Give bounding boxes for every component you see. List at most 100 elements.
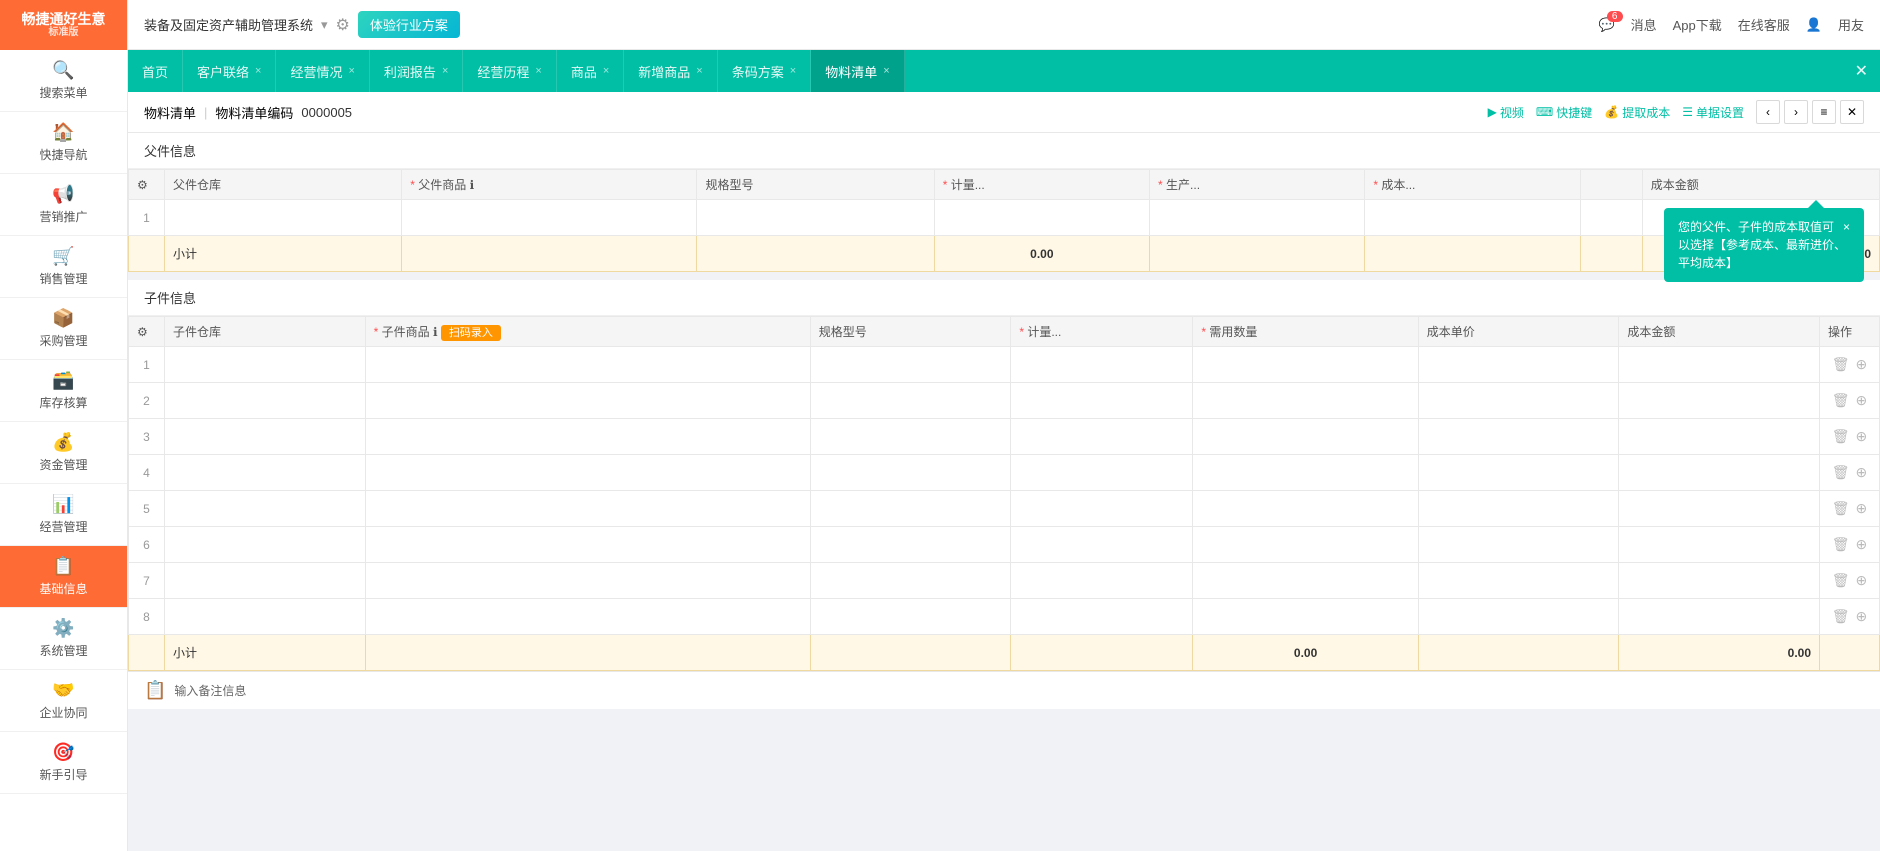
child-qty-cell-8[interactable]	[1193, 599, 1418, 635]
tab-close-operations[interactable]: ×	[348, 65, 354, 77]
child-qty-cell-3[interactable]	[1193, 419, 1418, 455]
child-unit-cell-2[interactable]	[1011, 383, 1193, 419]
delete-row-icon-5[interactable]: 🗑	[1832, 500, 1850, 517]
delete-row-icon-3[interactable]: 🗑	[1832, 428, 1850, 445]
sidebar-item-system[interactable]: ⚙️系统管理	[0, 608, 127, 670]
video-action[interactable]: ▶ 视频	[1488, 104, 1524, 121]
note-icon[interactable]: 📋	[144, 680, 166, 701]
sidebar-item-search[interactable]: 🔍搜索菜单	[0, 50, 127, 112]
parent-production-cell[interactable]	[1150, 200, 1365, 236]
child-spec-cell-8[interactable]	[810, 599, 1011, 635]
parent-warehouse-cell[interactable]	[165, 200, 402, 236]
single-setting-action[interactable]: ☰ 单据设置	[1682, 104, 1744, 121]
nav-close-all-button[interactable]: ✕	[1843, 61, 1880, 81]
sidebar-item-enterprise[interactable]: 🤝企业协同	[0, 670, 127, 732]
child-warehouse-cell-4[interactable]	[165, 455, 366, 491]
child-spec-cell-6[interactable]	[810, 527, 1011, 563]
child-unit-cell-7[interactable]	[1011, 563, 1193, 599]
nav-tab-bom[interactable]: 物料清单×	[811, 50, 904, 92]
delete-row-icon-6[interactable]: 🗑	[1832, 536, 1850, 553]
child-unit-cost-cell-7[interactable]	[1418, 563, 1619, 599]
parent-col-settings[interactable]: ⚙	[129, 170, 165, 200]
tab-close-barcode[interactable]: ×	[790, 65, 796, 77]
sidebar-item-guide[interactable]: 🎯新手引导	[0, 732, 127, 794]
child-goods-cell-4[interactable]	[365, 455, 810, 491]
child-unit-cost-cell-6[interactable]	[1418, 527, 1619, 563]
trial-button[interactable]: 体验行业方案	[358, 11, 460, 38]
note-placeholder[interactable]: 输入备注信息	[174, 682, 246, 699]
copy-row-icon-7[interactable]: ⊕	[1856, 572, 1868, 589]
child-spec-cell-7[interactable]	[810, 563, 1011, 599]
message-icon[interactable]: 💬 6	[1598, 17, 1614, 33]
nav-prev-button[interactable]: ‹	[1756, 100, 1780, 124]
copy-row-icon-5[interactable]: ⊕	[1856, 500, 1868, 517]
child-unit-cell-5[interactable]	[1011, 491, 1193, 527]
nav-menu-button[interactable]: ≡	[1812, 100, 1836, 124]
child-goods-cell-1[interactable]	[365, 347, 810, 383]
child-goods-cell-2[interactable]	[365, 383, 810, 419]
child-unit-cell-1[interactable]	[1011, 347, 1193, 383]
scan-button[interactable]: 扫码录入	[441, 325, 501, 341]
tab-close-goods[interactable]: ×	[603, 65, 609, 77]
child-warehouse-cell-8[interactable]	[165, 599, 366, 635]
child-warehouse-cell-2[interactable]	[165, 383, 366, 419]
breadcrumb-item1[interactable]: 物料清单	[144, 103, 196, 122]
tab-close-new_goods[interactable]: ×	[696, 65, 702, 77]
child-warehouse-cell-1[interactable]	[165, 347, 366, 383]
nav-tab-new_goods[interactable]: 新增商品×	[624, 50, 717, 92]
header-gear-icon[interactable]: ⚙	[336, 15, 350, 35]
tooltip-close-icon[interactable]: ×	[1843, 218, 1850, 236]
copy-row-icon-8[interactable]: ⊕	[1856, 608, 1868, 625]
child-warehouse-cell-6[interactable]	[165, 527, 366, 563]
child-unit-cell-6[interactable]	[1011, 527, 1193, 563]
tab-close-bom[interactable]: ×	[883, 65, 889, 77]
child-qty-cell-1[interactable]	[1193, 347, 1418, 383]
nav-close-button[interactable]: ✕	[1840, 100, 1864, 124]
nav-tab-history[interactable]: 经营历程×	[463, 50, 556, 92]
nav-tab-goods[interactable]: 商品×	[557, 50, 624, 92]
copy-row-icon-4[interactable]: ⊕	[1856, 464, 1868, 481]
child-qty-cell-6[interactable]	[1193, 527, 1418, 563]
child-unit-cost-cell-2[interactable]	[1418, 383, 1619, 419]
sidebar-item-inventory[interactable]: 🗃️库存核算	[0, 360, 127, 422]
tab-close-customers[interactable]: ×	[255, 65, 261, 77]
child-goods-cell-3[interactable]	[365, 419, 810, 455]
tab-close-history[interactable]: ×	[535, 65, 541, 77]
cost-action[interactable]: 💰 提取成本	[1604, 104, 1670, 121]
child-spec-cell-4[interactable]	[810, 455, 1011, 491]
child-unit-cost-cell-8[interactable]	[1418, 599, 1619, 635]
parent-goods-cell[interactable]	[402, 200, 697, 236]
child-unit-cost-cell-4[interactable]	[1418, 455, 1619, 491]
nav-tab-customers[interactable]: 客户联络×	[183, 50, 276, 92]
user-label[interactable]: 用友	[1838, 15, 1864, 34]
child-unit-cell-8[interactable]	[1011, 599, 1193, 635]
sidebar-item-sales[interactable]: 🛒销售管理	[0, 236, 127, 298]
parent-unit-cell[interactable]	[934, 200, 1149, 236]
copy-row-icon-6[interactable]: ⊕	[1856, 536, 1868, 553]
sidebar-item-finance[interactable]: 💰资金管理	[0, 422, 127, 484]
nav-tab-operations[interactable]: 经营情况×	[276, 50, 369, 92]
shortcut-action[interactable]: ⌨ 快捷键	[1536, 104, 1592, 121]
child-qty-cell-4[interactable]	[1193, 455, 1418, 491]
parent-cost-cell[interactable]	[1365, 200, 1580, 236]
child-unit-cost-cell-3[interactable]	[1418, 419, 1619, 455]
child-qty-cell-7[interactable]	[1193, 563, 1418, 599]
copy-row-icon-2[interactable]: ⊕	[1856, 392, 1868, 409]
child-spec-cell-1[interactable]	[810, 347, 1011, 383]
sidebar-item-marketing[interactable]: 📢营销推广	[0, 174, 127, 236]
system-dropdown-icon[interactable]: ▾	[321, 17, 328, 33]
child-qty-cell-2[interactable]	[1193, 383, 1418, 419]
sidebar-item-operations[interactable]: 📊经营管理	[0, 484, 127, 546]
app-download-label[interactable]: App下载	[1673, 15, 1722, 34]
child-unit-cost-cell-1[interactable]	[1418, 347, 1619, 383]
child-spec-cell-5[interactable]	[810, 491, 1011, 527]
child-goods-cell-7[interactable]	[365, 563, 810, 599]
sidebar-item-purchase[interactable]: 📦采购管理	[0, 298, 127, 360]
delete-row-icon-4[interactable]: 🗑	[1832, 464, 1850, 481]
copy-row-icon-1[interactable]: ⊕	[1856, 356, 1868, 373]
parent-spec-cell[interactable]	[697, 200, 934, 236]
delete-row-icon-1[interactable]: 🗑	[1832, 356, 1850, 373]
sidebar-item-basics[interactable]: 📋基础信息	[0, 546, 127, 608]
delete-row-icon-8[interactable]: 🗑	[1832, 608, 1850, 625]
child-unit-cost-cell-5[interactable]	[1418, 491, 1619, 527]
